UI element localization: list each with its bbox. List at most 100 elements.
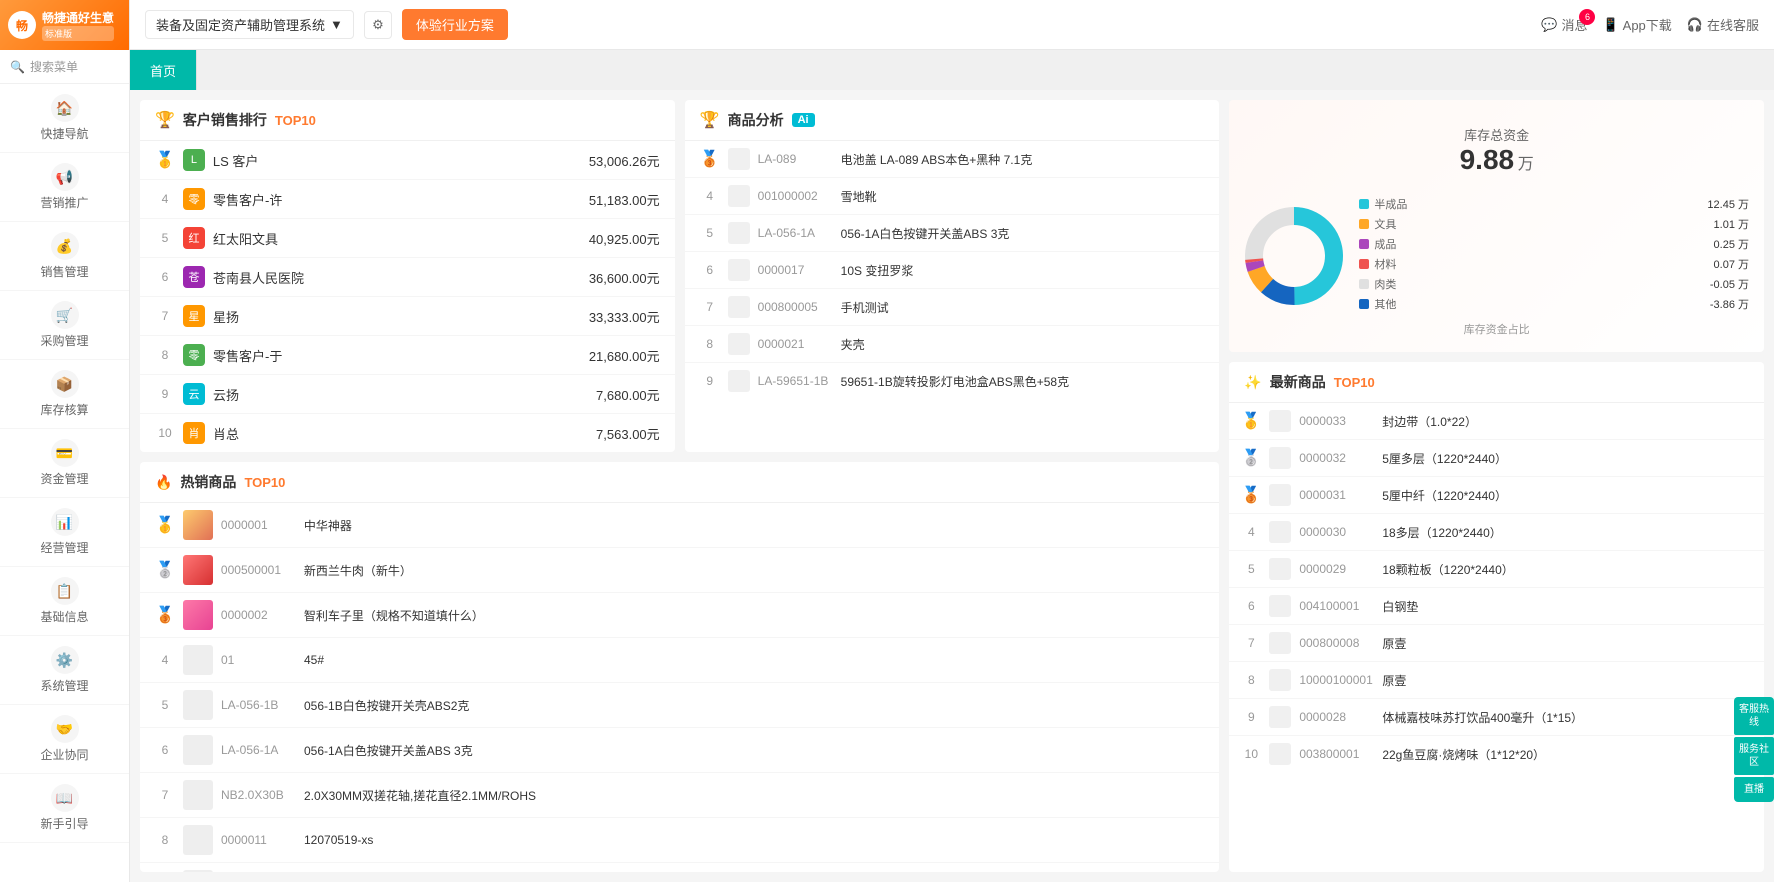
sidebar-item-label: 系统管理 xyxy=(40,677,88,694)
cooperation-icon: 🤝 xyxy=(51,715,79,743)
inventory-icon: 📦 xyxy=(51,370,79,398)
new-products-card: ✨ 最新商品 TOP10 🥇 0000033 封边带（1.0*22） 🥈 000… xyxy=(1229,362,1764,872)
legend-item: 材料 0.07 万 xyxy=(1359,256,1749,272)
logo-badge: 标准版 xyxy=(42,26,114,41)
notification-badge: 6 xyxy=(1579,9,1595,25)
topbar: 装备及固定资产辅助管理系统 ▼ ⚙ 体验行业方案 💬 消息 6 📱 App下载 … xyxy=(130,0,1774,50)
product-image xyxy=(183,780,213,810)
sidebar-item-system[interactable]: ⚙️ 系统管理 xyxy=(0,636,129,705)
list-item: 🥈 000500001 新西兰牛肉（新牛） xyxy=(140,548,1219,593)
sidebar-item-operations[interactable]: 📊 经营管理 xyxy=(0,498,129,567)
legend-item: 成品 0.25 万 xyxy=(1359,236,1749,252)
settings-button[interactable]: ⚙ xyxy=(364,11,392,39)
inventory-subtitle: 库存资金占比 xyxy=(1244,321,1749,337)
nav-tabs: 首页 xyxy=(130,50,1774,90)
sidebar-item-basics[interactable]: 📋 基础信息 xyxy=(0,567,129,636)
product-image xyxy=(183,555,213,585)
list-item: 7 000800008 原壹 xyxy=(1229,625,1764,662)
fire-icon: 🔥 xyxy=(155,474,172,491)
experience-button[interactable]: 体验行业方案 xyxy=(402,9,508,40)
rank-medal: 🥈 xyxy=(1241,448,1261,468)
customer-hotline-btn[interactable]: 客服热线 xyxy=(1734,697,1774,735)
sidebar-item-label: 企业协同 xyxy=(40,746,88,763)
product-image xyxy=(183,600,213,630)
rank-medal: 🥇 xyxy=(1241,411,1261,431)
customer-badge: L xyxy=(183,149,205,171)
sales-icon: 💰 xyxy=(51,232,79,260)
hot-products-header: 🔥 热销商品 TOP10 xyxy=(140,462,1219,503)
sidebar-item-inventory[interactable]: 📦 库存核算 xyxy=(0,360,129,429)
product-image xyxy=(183,510,213,540)
sidebar-item-purchase[interactable]: 🛒 采购管理 xyxy=(0,291,129,360)
sidebar-item-label: 销售管理 xyxy=(40,263,88,280)
legend-dot xyxy=(1359,239,1369,249)
product-icon xyxy=(1269,669,1291,691)
system-selector[interactable]: 装备及固定资产辅助管理系统 ▼ xyxy=(145,10,354,39)
list-item: 7 星 星扬 33,333.00元 xyxy=(140,297,675,336)
app-download-btn[interactable]: 📱 App下载 xyxy=(1602,15,1671,34)
notifications-btn[interactable]: 💬 消息 6 xyxy=(1541,15,1587,34)
list-item: 🥇 0000033 封边带（1.0*22） xyxy=(1229,403,1764,440)
sidebar-item-label: 基础信息 xyxy=(40,608,88,625)
main-area: 装备及固定资产辅助管理系统 ▼ ⚙ 体验行业方案 💬 消息 6 📱 App下载 … xyxy=(130,0,1774,882)
service-community-btn[interactable]: 服务社区 xyxy=(1734,737,1774,775)
top-section: 🏆 客户销售排行 TOP10 🥇 L LS 客户 53,006.26元 4 xyxy=(140,100,1219,452)
sidebar: 畅 畅捷通好生意 标准版 🔍 搜索菜单 🏠 快捷导航 📢 营销推广 💰 销售管理… xyxy=(0,0,130,882)
list-item: 6 苍 苍南县人民医院 36,600.00元 xyxy=(140,258,675,297)
list-item: 6 LA-056-1A 056-1A白色按键开关盖ABS 3克 xyxy=(140,728,1219,773)
product-image xyxy=(183,735,213,765)
list-item: 🥇 0000001 中华神器 xyxy=(140,503,1219,548)
list-item: 9 云 云扬 7,680.00元 xyxy=(140,375,675,414)
rank-medal-gold: 🥇 xyxy=(155,150,175,170)
list-item: 4 001000002 雪地靴 xyxy=(685,178,1220,215)
customer-sales-card: 🏆 客户销售排行 TOP10 🥇 L LS 客户 53,006.26元 4 xyxy=(140,100,675,452)
logo-name: 畅捷通好生意 xyxy=(42,9,114,26)
sidebar-item-sales[interactable]: 💰 销售管理 xyxy=(0,222,129,291)
system-name: 装备及固定资产辅助管理系统 xyxy=(156,15,325,34)
list-item: 10 003800001 22g鱼豆腐·烧烤味（1*12*20） xyxy=(1229,736,1764,772)
product-icon xyxy=(728,296,750,318)
sidebar-item-cooperation[interactable]: 🤝 企业协同 xyxy=(0,705,129,774)
sidebar-item-label: 采购管理 xyxy=(40,332,88,349)
product-icon xyxy=(1269,558,1291,580)
live-broadcast-btn[interactable]: 直播 xyxy=(1734,777,1774,802)
topbar-right: 💬 消息 6 📱 App下载 🎧 在线客服 xyxy=(1541,15,1759,34)
sidebar-logo: 畅 畅捷通好生意 标准版 xyxy=(0,0,129,50)
customer-badge: 红 xyxy=(183,227,205,249)
list-item: 8 10000100001 原壹 xyxy=(1229,662,1764,699)
operations-icon: 📊 xyxy=(51,508,79,536)
home-icon: 🏠 xyxy=(51,94,79,122)
mobile-icon: 📱 xyxy=(1602,17,1618,33)
customer-badge: 肖 xyxy=(183,422,205,444)
list-item: 5 0000029 18颗粒板（1220*2440） xyxy=(1229,551,1764,588)
customer-list: 🥇 L LS 客户 53,006.26元 4 零 零售客户-许 51,183.0… xyxy=(140,141,675,452)
sidebar-search[interactable]: 🔍 搜索菜单 xyxy=(0,50,129,84)
tab-home[interactable]: 首页 xyxy=(130,50,197,90)
sidebar-item-guide[interactable]: 📖 新手引导 xyxy=(0,774,129,843)
search-icon: 🔍 xyxy=(10,60,25,74)
sidebar-item-label: 快捷导航 xyxy=(40,125,88,142)
sidebar-item-finance[interactable]: 💳 资金管理 xyxy=(0,429,129,498)
list-item: 9 LA-59651-1B 59651-1B旋转投影灯电池盒ABS黑色+58克 xyxy=(685,363,1220,399)
product-sales-card: 🏆 商品分析 Ai 🥉 LA-089 电池盖 LA-089 ABS本色+黑种 7… xyxy=(685,100,1220,452)
product-image xyxy=(183,870,213,872)
product-image xyxy=(183,645,213,675)
product-icon xyxy=(728,222,750,244)
customer-badge: 零 xyxy=(183,344,205,366)
sidebar-item-marketing[interactable]: 📢 营销推广 xyxy=(0,153,129,222)
chevron-down-icon: ▼ xyxy=(330,17,343,32)
marketing-icon: 📢 xyxy=(51,163,79,191)
legend-dot xyxy=(1359,259,1369,269)
basics-icon: 📋 xyxy=(51,577,79,605)
rank-medal: 🥈 xyxy=(155,560,175,580)
rank-badge: 🥉 xyxy=(700,149,720,169)
list-item: 5 LA-056-1B 056-1B白色按键开关壳ABS2克 xyxy=(140,683,1219,728)
legend-dot xyxy=(1359,279,1369,289)
legend-dot xyxy=(1359,219,1369,229)
sidebar-item-label: 资金管理 xyxy=(40,470,88,487)
list-item: 🥉 0000031 5厘中纤（1220*2440） xyxy=(1229,477,1764,514)
customer-badge: 云 xyxy=(183,383,205,405)
sidebar-item-home[interactable]: 🏠 快捷导航 xyxy=(0,84,129,153)
customer-service-btn[interactable]: 🎧 在线客服 xyxy=(1687,15,1759,34)
customer-badge: 零 xyxy=(183,188,205,210)
